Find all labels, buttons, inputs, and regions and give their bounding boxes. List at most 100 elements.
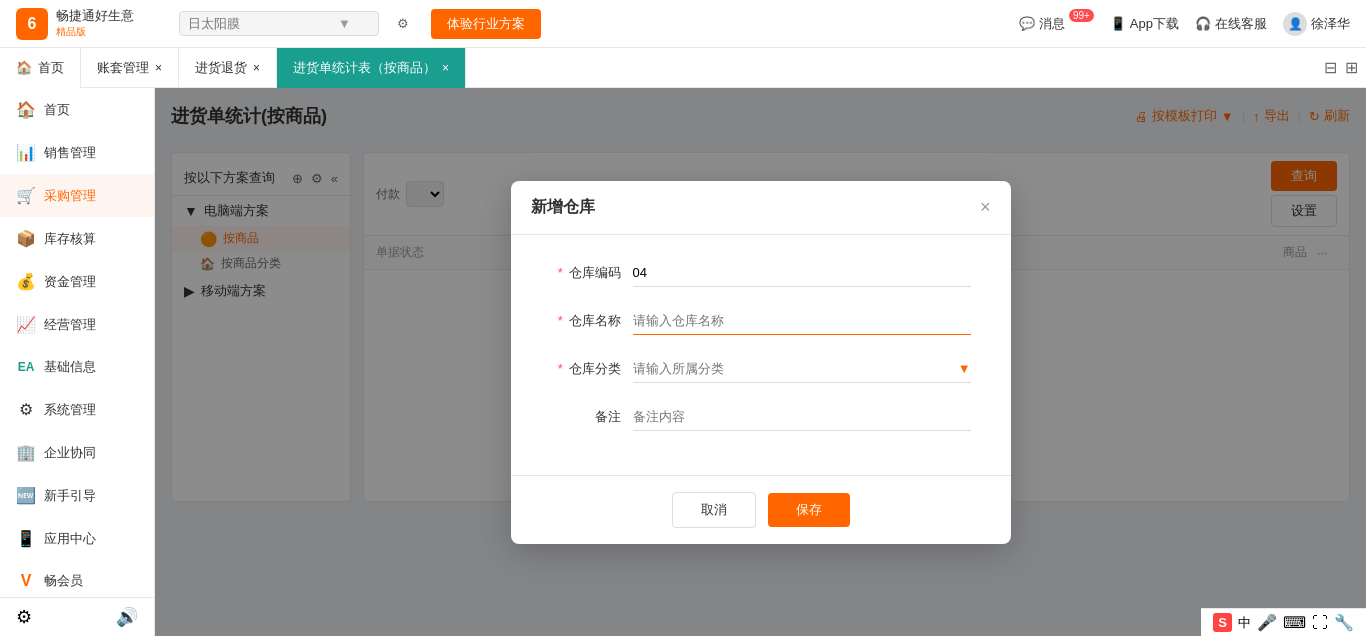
bottom-status-bar: S 中 🎤 ⌨ ⛶ 🔧 <box>1201 608 1366 636</box>
sidebar-item-guide[interactable]: 🆕 新手引导 <box>0 474 154 517</box>
sidebar-item-system[interactable]: ⚙ 系统管理 <box>0 388 154 431</box>
sidebar-item-finance[interactable]: 💰 资金管理 <box>0 260 154 303</box>
tab-controls: ⊟ ⊞ <box>1324 58 1366 77</box>
online-service-button[interactable]: 🎧 在线客服 <box>1195 15 1267 33</box>
expand-icon[interactable]: ⛶ <box>1312 614 1328 632</box>
sidebar-guide-label: 新手引导 <box>44 487 96 505</box>
tab-purchase-return-label: 进货退货 <box>195 59 247 77</box>
sidebar-item-purchase[interactable]: 🛒 采购管理 <box>0 174 154 217</box>
gear-button[interactable]: ⚙ <box>387 8 419 40</box>
system-icon: ⚙ <box>16 400 36 419</box>
sidebar-sales-label: 销售管理 <box>44 144 96 162</box>
warehouse-code-input[interactable] <box>633 259 971 287</box>
cancel-button[interactable]: 取消 <box>672 492 756 528</box>
finance-icon: 💰 <box>16 272 36 291</box>
main-area: 🏠 首页 📊 销售管理 🛒 采购管理 📦 库存核算 💰 资金管理 📈 经营管理 … <box>0 88 1366 636</box>
save-button[interactable]: 保存 <box>768 493 850 527</box>
keyboard-icon[interactable]: ⌨ <box>1283 613 1306 632</box>
tab-prev-icon[interactable]: ⊟ <box>1324 58 1337 77</box>
tab-next-icon[interactable]: ⊞ <box>1345 58 1358 77</box>
sidebar-item-home[interactable]: 🏠 首页 <box>0 88 154 131</box>
sidebar-member-label: 畅会员 <box>44 572 83 590</box>
volume-icon[interactable]: 🔊 <box>116 606 138 628</box>
sidebar-item-member[interactable]: V 畅会员 <box>0 560 154 602</box>
app-download-button[interactable]: 📱 App下载 <box>1110 15 1179 33</box>
tab-accounts-close[interactable]: × <box>155 61 162 75</box>
note-label: 备注 <box>551 408 621 426</box>
sidebar-home-label: 首页 <box>44 101 70 119</box>
logo-title: 畅捷通好生意 <box>56 8 134 25</box>
settings-bottom-icon[interactable]: ⚙ <box>16 606 32 628</box>
warehouse-code-row: * 仓库编码 <box>551 259 971 287</box>
username-label: 徐泽华 <box>1311 15 1350 33</box>
sidebar-enterprise-label: 企业协同 <box>44 444 96 462</box>
note-input[interactable] <box>633 403 971 431</box>
message-icon: 💬 <box>1019 16 1035 31</box>
s-logo: S <box>1213 613 1232 632</box>
modal-title: 新增仓库 <box>531 197 595 218</box>
sidebar-item-basic[interactable]: EA 基础信息 <box>0 346 154 388</box>
settings-status-icon[interactable]: 🔧 <box>1334 613 1354 632</box>
message-button[interactable]: 💬 消息 99+ <box>1019 15 1094 33</box>
tab-accounts[interactable]: 账套管理 × <box>81 48 179 88</box>
tab-purchase-stats-label: 进货单统计表（按商品） <box>293 59 436 77</box>
modal-header: 新增仓库 × <box>511 181 1011 235</box>
sidebar-bottom: ⚙ 🔊 <box>0 597 154 636</box>
tab-purchase-stats-close[interactable]: × <box>442 61 449 75</box>
mic-icon[interactable]: 🎤 <box>1257 613 1277 632</box>
tab-accounts-label: 账套管理 <box>97 59 149 77</box>
basic-icon: EA <box>16 360 36 374</box>
top-header: 6 畅捷通好生意 精品版 ▼ ⚙ 体验行业方案 💬 消息 99+ 📱 App下载… <box>0 0 1366 48</box>
sidebar-item-sales[interactable]: 📊 销售管理 <box>0 131 154 174</box>
sidebar-item-inventory[interactable]: 📦 库存核算 <box>0 217 154 260</box>
enterprise-icon: 🏢 <box>16 443 36 462</box>
warehouse-category-input[interactable] <box>633 355 958 382</box>
app-center-icon: 📱 <box>16 529 36 548</box>
message-badge: 99+ <box>1069 9 1094 22</box>
warehouse-name-input[interactable] <box>633 307 971 335</box>
warehouse-name-label: * 仓库名称 <box>551 312 621 330</box>
sidebar-basic-label: 基础信息 <box>44 358 96 376</box>
search-input[interactable] <box>188 16 338 31</box>
avatar: 👤 <box>1283 12 1307 36</box>
app-icon: 📱 <box>1110 16 1126 31</box>
sidebar-item-operation[interactable]: 📈 经营管理 <box>0 303 154 346</box>
modal-close-button[interactable]: × <box>980 197 991 218</box>
tab-purchase-return-close[interactable]: × <box>253 61 260 75</box>
sales-icon: 📊 <box>16 143 36 162</box>
sidebar-app-label: 应用中心 <box>44 530 96 548</box>
sidebar-item-app[interactable]: 📱 应用中心 <box>0 517 154 560</box>
modal-overlay: 新增仓库 × * 仓库编码 * <box>155 88 1366 636</box>
tab-purchase-return[interactable]: 进货退货 × <box>179 48 277 88</box>
warehouse-category-label: * 仓库分类 <box>551 360 621 378</box>
inventory-icon: 📦 <box>16 229 36 248</box>
sidebar-inventory-label: 库存核算 <box>44 230 96 248</box>
header-search-box[interactable]: ▼ <box>179 11 379 36</box>
operation-icon: 📈 <box>16 315 36 334</box>
logo-icon: 6 <box>16 8 48 40</box>
header-right: 💬 消息 99+ 📱 App下载 🎧 在线客服 👤 徐泽华 <box>1019 12 1350 36</box>
headphone-icon: 🎧 <box>1195 16 1211 31</box>
warehouse-category-select[interactable]: ▼ <box>633 355 971 383</box>
user-profile[interactable]: 👤 徐泽华 <box>1283 12 1350 36</box>
tab-purchase-stats[interactable]: 进货单统计表（按商品） × <box>277 48 466 88</box>
sidebar-item-enterprise[interactable]: 🏢 企业协同 <box>0 431 154 474</box>
modal-body: * 仓库编码 * 仓库名称 <box>511 235 1011 475</box>
category-dropdown-icon[interactable]: ▼ <box>958 361 971 376</box>
logo-sub: 精品版 <box>56 25 134 39</box>
add-warehouse-modal: 新增仓库 × * 仓库编码 * <box>511 181 1011 544</box>
zh-icon[interactable]: 中 <box>1238 614 1251 632</box>
tab-home-label: 首页 <box>38 59 64 77</box>
tab-home[interactable]: 🏠 首页 <box>0 48 81 88</box>
purchase-icon: 🛒 <box>16 186 36 205</box>
sidebar-system-label: 系统管理 <box>44 401 96 419</box>
sidebar-finance-label: 资金管理 <box>44 273 96 291</box>
trial-button[interactable]: 体验行业方案 <box>431 9 541 39</box>
search-dropdown-icon[interactable]: ▼ <box>338 16 351 31</box>
member-icon: V <box>16 572 36 590</box>
warehouse-category-row: * 仓库分类 ▼ <box>551 355 971 383</box>
home-icon: 🏠 <box>16 60 32 75</box>
logo-area: 6 畅捷通好生意 精品版 <box>16 8 171 40</box>
left-sidebar: 🏠 首页 📊 销售管理 🛒 采购管理 📦 库存核算 💰 资金管理 📈 经营管理 … <box>0 88 155 636</box>
note-row: 备注 <box>551 403 971 431</box>
